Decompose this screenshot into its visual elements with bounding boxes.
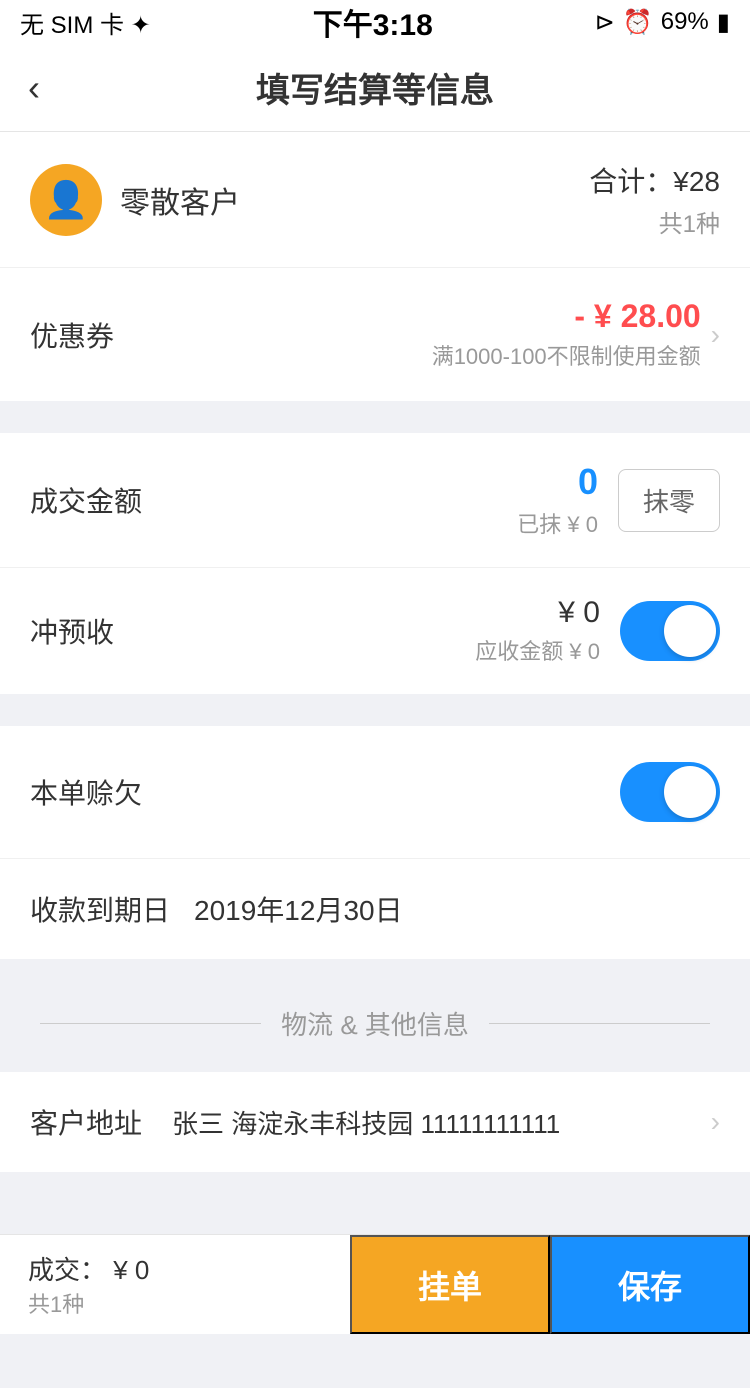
due-row: 收款到期日 2019年12月30日 [0, 858, 750, 959]
back-button[interactable]: ‹ [28, 67, 40, 109]
avatar-icon: 👤 [44, 179, 89, 221]
address-label: 客户地址 [30, 1102, 142, 1142]
due-label: 收款到期日 [30, 889, 170, 929]
debit-toggle-thumb [664, 766, 716, 818]
debit-row: 本单赊欠 [0, 726, 750, 858]
advance-row: 冲预收 ¥ 0 应收金额 ¥ 0 [0, 567, 750, 694]
status-bar-left: 无 SIM 卡 ✦ [20, 5, 151, 40]
battery-level: 69% [661, 8, 709, 36]
amount-value-wrap: 0 已抹 ¥ 0 [517, 461, 598, 539]
amount-row: 成交金额 0 已抹 ¥ 0 抹零 [0, 433, 750, 567]
advance-amounts: ¥ 0 应收金额 ¥ 0 [475, 596, 600, 666]
bottom-bar: 成交： ¥ 0 共1种 挂单 保存 [0, 1234, 750, 1334]
advance-value: ¥ 0 [475, 596, 600, 630]
advance-sub: 应收金额 ¥ 0 [475, 634, 600, 666]
debit-label: 本单赊欠 [30, 772, 142, 812]
customer-avatar: 👤 [30, 164, 102, 236]
address-right: › [711, 1106, 720, 1138]
alarm-icon: ⏰ [623, 8, 653, 37]
debit-section: 本单赊欠 收款到期日 2019年12月30日 [0, 726, 750, 959]
advance-toggle[interactable] [620, 601, 720, 661]
nav-bar: ‹ 填写结算等信息 [0, 44, 750, 132]
coupon-discount: - ¥ 28.00 [432, 298, 701, 335]
customer-total: 合计：¥28 [589, 160, 720, 200]
customer-row: 👤 零散客户 合计：¥28 共1种 [0, 132, 750, 267]
customer-name: 零散客户 [120, 178, 240, 222]
due-value: 2019年12月30日 [194, 889, 403, 929]
debit-toggle[interactable] [620, 762, 720, 822]
sim-status: 无 SIM 卡 ✦ [20, 5, 151, 40]
coupon-desc: 满1000-100不限制使用金额 [432, 339, 701, 371]
logistics-label: 物流 & 其他信息 [281, 1005, 469, 1042]
page-title: 填写结算等信息 [256, 63, 494, 112]
save-button[interactable]: 保存 [550, 1235, 750, 1334]
address-section: 客户地址 张三 海淀永丰科技园 11111111111 › [0, 1072, 750, 1172]
advance-right: ¥ 0 应收金额 ¥ 0 [475, 596, 720, 666]
location-icon: ⊳ [595, 8, 615, 37]
coupon-right: - ¥ 28.00 满1000-100不限制使用金额 › [432, 298, 720, 371]
chevron-right-icon: › [711, 319, 720, 351]
round-button[interactable]: 抹零 [618, 469, 720, 532]
main-content: 👤 零散客户 合计：¥28 共1种 优惠券 - ¥ 28.00 满1000-10… [0, 132, 750, 1388]
divider-line-left [40, 1023, 261, 1024]
status-bar-time: 下午3:18 [313, 0, 433, 44]
section-divider-2 [0, 710, 750, 726]
coupon-label: 优惠券 [30, 315, 114, 355]
amount-right: 0 已抹 ¥ 0 抹零 [517, 461, 720, 539]
amount-section: 成交金额 0 已抹 ¥ 0 抹零 冲预收 ¥ 0 应收金额 ¥ 0 [0, 433, 750, 694]
customer-right: 合计：¥28 共1种 [589, 160, 720, 239]
bottom-summary: 成交： ¥ 0 共1种 [0, 1235, 350, 1334]
status-bar: 无 SIM 卡 ✦ 下午3:18 ⊳ ⏰ 69% ▮ [0, 0, 750, 44]
divider-line-right [489, 1023, 710, 1024]
customer-left: 👤 零散客户 [30, 164, 240, 236]
customer-count: 共1种 [589, 204, 720, 239]
toggle-thumb [664, 605, 716, 657]
address-row[interactable]: 客户地址 张三 海淀永丰科技园 11111111111 › [0, 1072, 750, 1172]
logistics-divider: 物流 & 其他信息 [0, 995, 750, 1052]
bottom-deal-amount: 成交： ¥ 0 [28, 1250, 322, 1287]
amount-value: 0 [517, 461, 598, 503]
status-bar-right: ⊳ ⏰ 69% ▮ [595, 8, 730, 37]
battery-icon: ▮ [717, 8, 730, 37]
coupon-row[interactable]: 优惠券 - ¥ 28.00 满1000-100不限制使用金额 › [0, 267, 750, 401]
advance-label: 冲预收 [30, 611, 114, 651]
address-chevron-icon: › [711, 1106, 720, 1138]
hold-order-button[interactable]: 挂单 [350, 1235, 550, 1334]
section-divider-1 [0, 417, 750, 433]
address-value: 张三 海淀永丰科技园 11111111111 [172, 1104, 711, 1141]
logistics-section: 物流 & 其他信息 [0, 975, 750, 1072]
bottom-deal-count: 共1种 [28, 1287, 322, 1319]
customer-section: 👤 零散客户 合计：¥28 共1种 优惠券 - ¥ 28.00 满1000-10… [0, 132, 750, 401]
amount-label: 成交金额 [30, 480, 142, 520]
amount-sub: 已抹 ¥ 0 [517, 507, 598, 539]
